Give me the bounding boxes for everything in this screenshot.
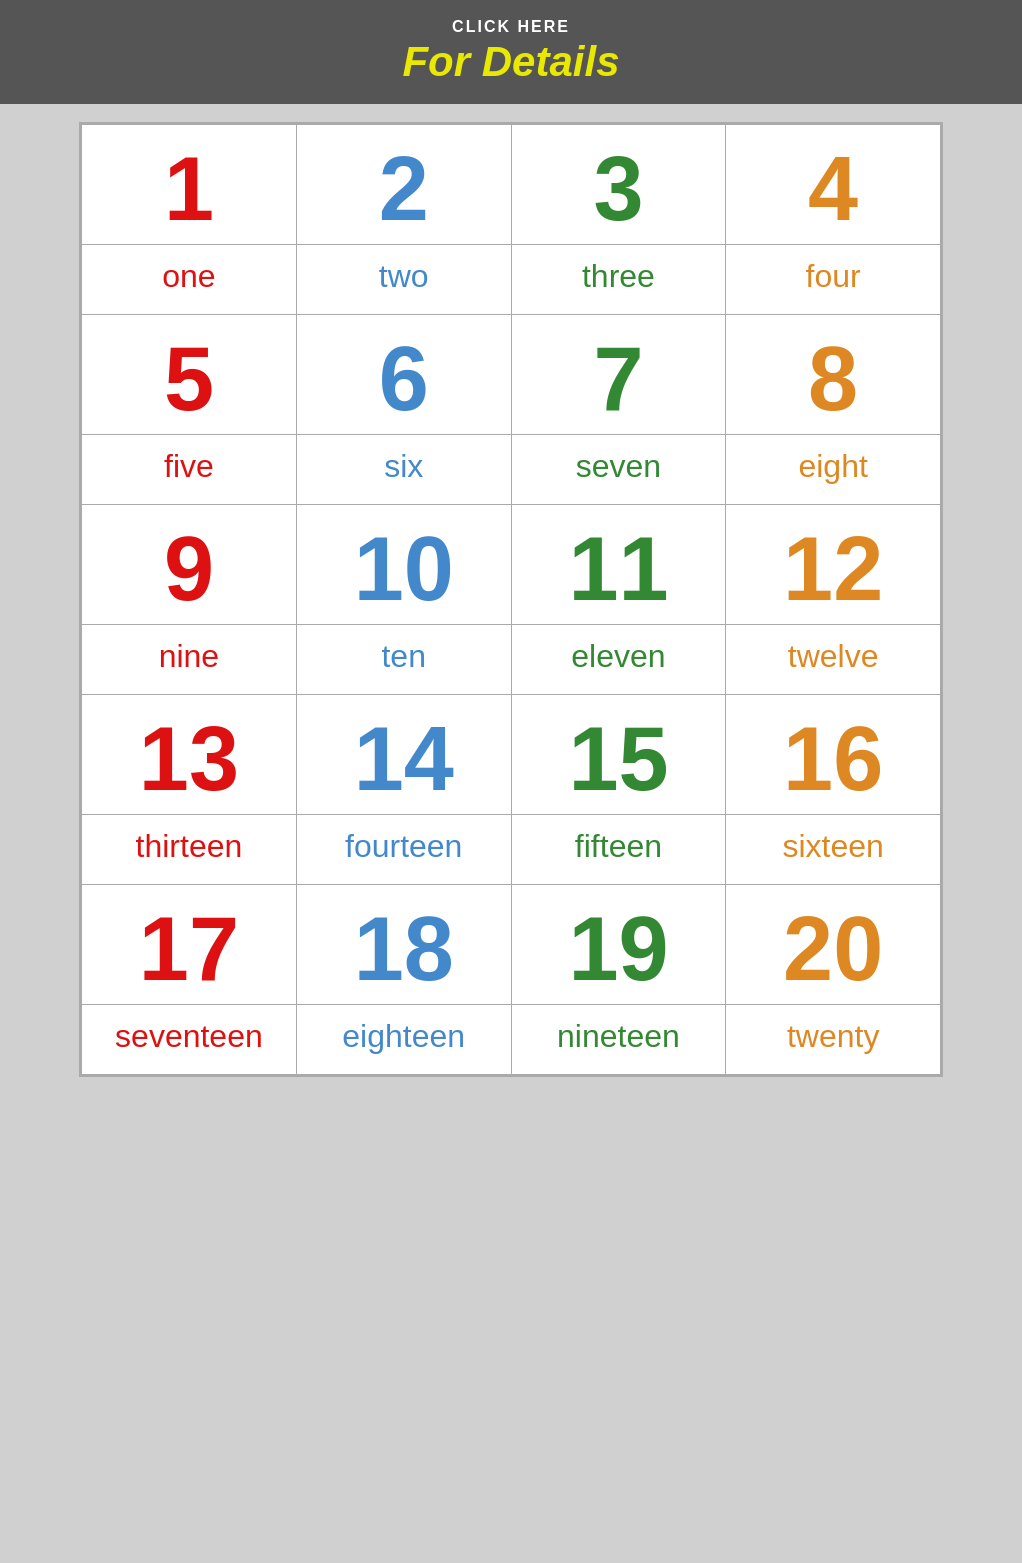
word-cell-nine: nine xyxy=(82,625,297,695)
number-cell-18: 18 xyxy=(296,885,511,1005)
number-cell-10: 10 xyxy=(296,505,511,625)
number-digit-12: 12 xyxy=(783,519,883,619)
header-click-here: CLICK HERE xyxy=(452,18,570,36)
word-cell-twelve: twelve xyxy=(726,625,941,695)
number-digit-13: 13 xyxy=(139,709,239,809)
word-cell-nineteen: nineteen xyxy=(511,1005,726,1075)
number-digit-18: 18 xyxy=(354,899,454,999)
number-cell-6: 6 xyxy=(296,315,511,435)
number-cell-17: 17 xyxy=(82,885,297,1005)
number-cell-19: 19 xyxy=(511,885,726,1005)
word-text-eighteen: eighteen xyxy=(342,1018,465,1054)
numbers-table: 1234onetwothreefour5678fivesixseveneight… xyxy=(81,124,941,1075)
word-text-seventeen: seventeen xyxy=(115,1018,263,1054)
word-text-thirteen: thirteen xyxy=(136,828,243,864)
word-cell-fifteen: fifteen xyxy=(511,815,726,885)
page-header[interactable]: CLICK HERE For Details xyxy=(0,0,1022,104)
number-digit-3: 3 xyxy=(593,139,643,239)
number-cell-13: 13 xyxy=(82,695,297,815)
word-cell-six: six xyxy=(296,435,511,505)
word-text-nine: nine xyxy=(159,638,220,674)
number-cell-12: 12 xyxy=(726,505,941,625)
word-cell-four: four xyxy=(726,245,941,315)
word-cell-eight: eight xyxy=(726,435,941,505)
word-cell-five: five xyxy=(82,435,297,505)
number-cell-1: 1 xyxy=(82,125,297,245)
numbers-table-wrapper: 1234onetwothreefour5678fivesixseveneight… xyxy=(79,122,943,1077)
word-cell-two: two xyxy=(296,245,511,315)
word-text-sixteen: sixteen xyxy=(782,828,883,864)
number-cell-11: 11 xyxy=(511,505,726,625)
number-cell-20: 20 xyxy=(726,885,941,1005)
number-cell-16: 16 xyxy=(726,695,941,815)
word-text-two: two xyxy=(379,258,429,294)
word-cell-twenty: twenty xyxy=(726,1005,941,1075)
word-cell-fourteen: fourteen xyxy=(296,815,511,885)
number-cell-4: 4 xyxy=(726,125,941,245)
word-cell-eighteen: eighteen xyxy=(296,1005,511,1075)
word-cell-eleven: eleven xyxy=(511,625,726,695)
number-digit-6: 6 xyxy=(379,329,429,429)
word-text-twenty: twenty xyxy=(787,1018,879,1054)
number-digit-19: 19 xyxy=(568,899,668,999)
number-digit-17: 17 xyxy=(139,899,239,999)
word-cell-seven: seven xyxy=(511,435,726,505)
number-digit-10: 10 xyxy=(354,519,454,619)
word-text-seven: seven xyxy=(576,448,661,484)
number-digit-8: 8 xyxy=(808,329,858,429)
number-cell-5: 5 xyxy=(82,315,297,435)
word-text-three: three xyxy=(582,258,655,294)
number-digit-2: 2 xyxy=(379,139,429,239)
number-digit-16: 16 xyxy=(783,709,883,809)
header-for-details: For Details xyxy=(402,38,619,86)
number-digit-4: 4 xyxy=(808,139,858,239)
word-cell-one: one xyxy=(82,245,297,315)
word-text-fifteen: fifteen xyxy=(575,828,662,864)
number-digit-5: 5 xyxy=(164,329,214,429)
word-cell-seventeen: seventeen xyxy=(82,1005,297,1075)
word-cell-thirteen: thirteen xyxy=(82,815,297,885)
word-cell-three: three xyxy=(511,245,726,315)
number-cell-14: 14 xyxy=(296,695,511,815)
word-text-five: five xyxy=(164,448,214,484)
word-text-twelve: twelve xyxy=(788,638,879,674)
word-cell-sixteen: sixteen xyxy=(726,815,941,885)
number-digit-14: 14 xyxy=(354,709,454,809)
number-digit-9: 9 xyxy=(164,519,214,619)
number-cell-15: 15 xyxy=(511,695,726,815)
word-text-four: four xyxy=(806,258,861,294)
word-text-ten: ten xyxy=(381,638,425,674)
number-digit-1: 1 xyxy=(164,139,214,239)
number-digit-20: 20 xyxy=(783,899,883,999)
word-text-six: six xyxy=(384,448,423,484)
number-cell-9: 9 xyxy=(82,505,297,625)
word-text-eleven: eleven xyxy=(571,638,665,674)
number-cell-7: 7 xyxy=(511,315,726,435)
number-cell-8: 8 xyxy=(726,315,941,435)
number-digit-15: 15 xyxy=(568,709,668,809)
word-text-nineteen: nineteen xyxy=(557,1018,680,1054)
number-digit-11: 11 xyxy=(568,519,668,619)
word-text-one: one xyxy=(162,258,215,294)
number-cell-3: 3 xyxy=(511,125,726,245)
number-cell-2: 2 xyxy=(296,125,511,245)
number-digit-7: 7 xyxy=(593,329,643,429)
word-text-eight: eight xyxy=(798,448,867,484)
word-cell-ten: ten xyxy=(296,625,511,695)
word-text-fourteen: fourteen xyxy=(345,828,462,864)
